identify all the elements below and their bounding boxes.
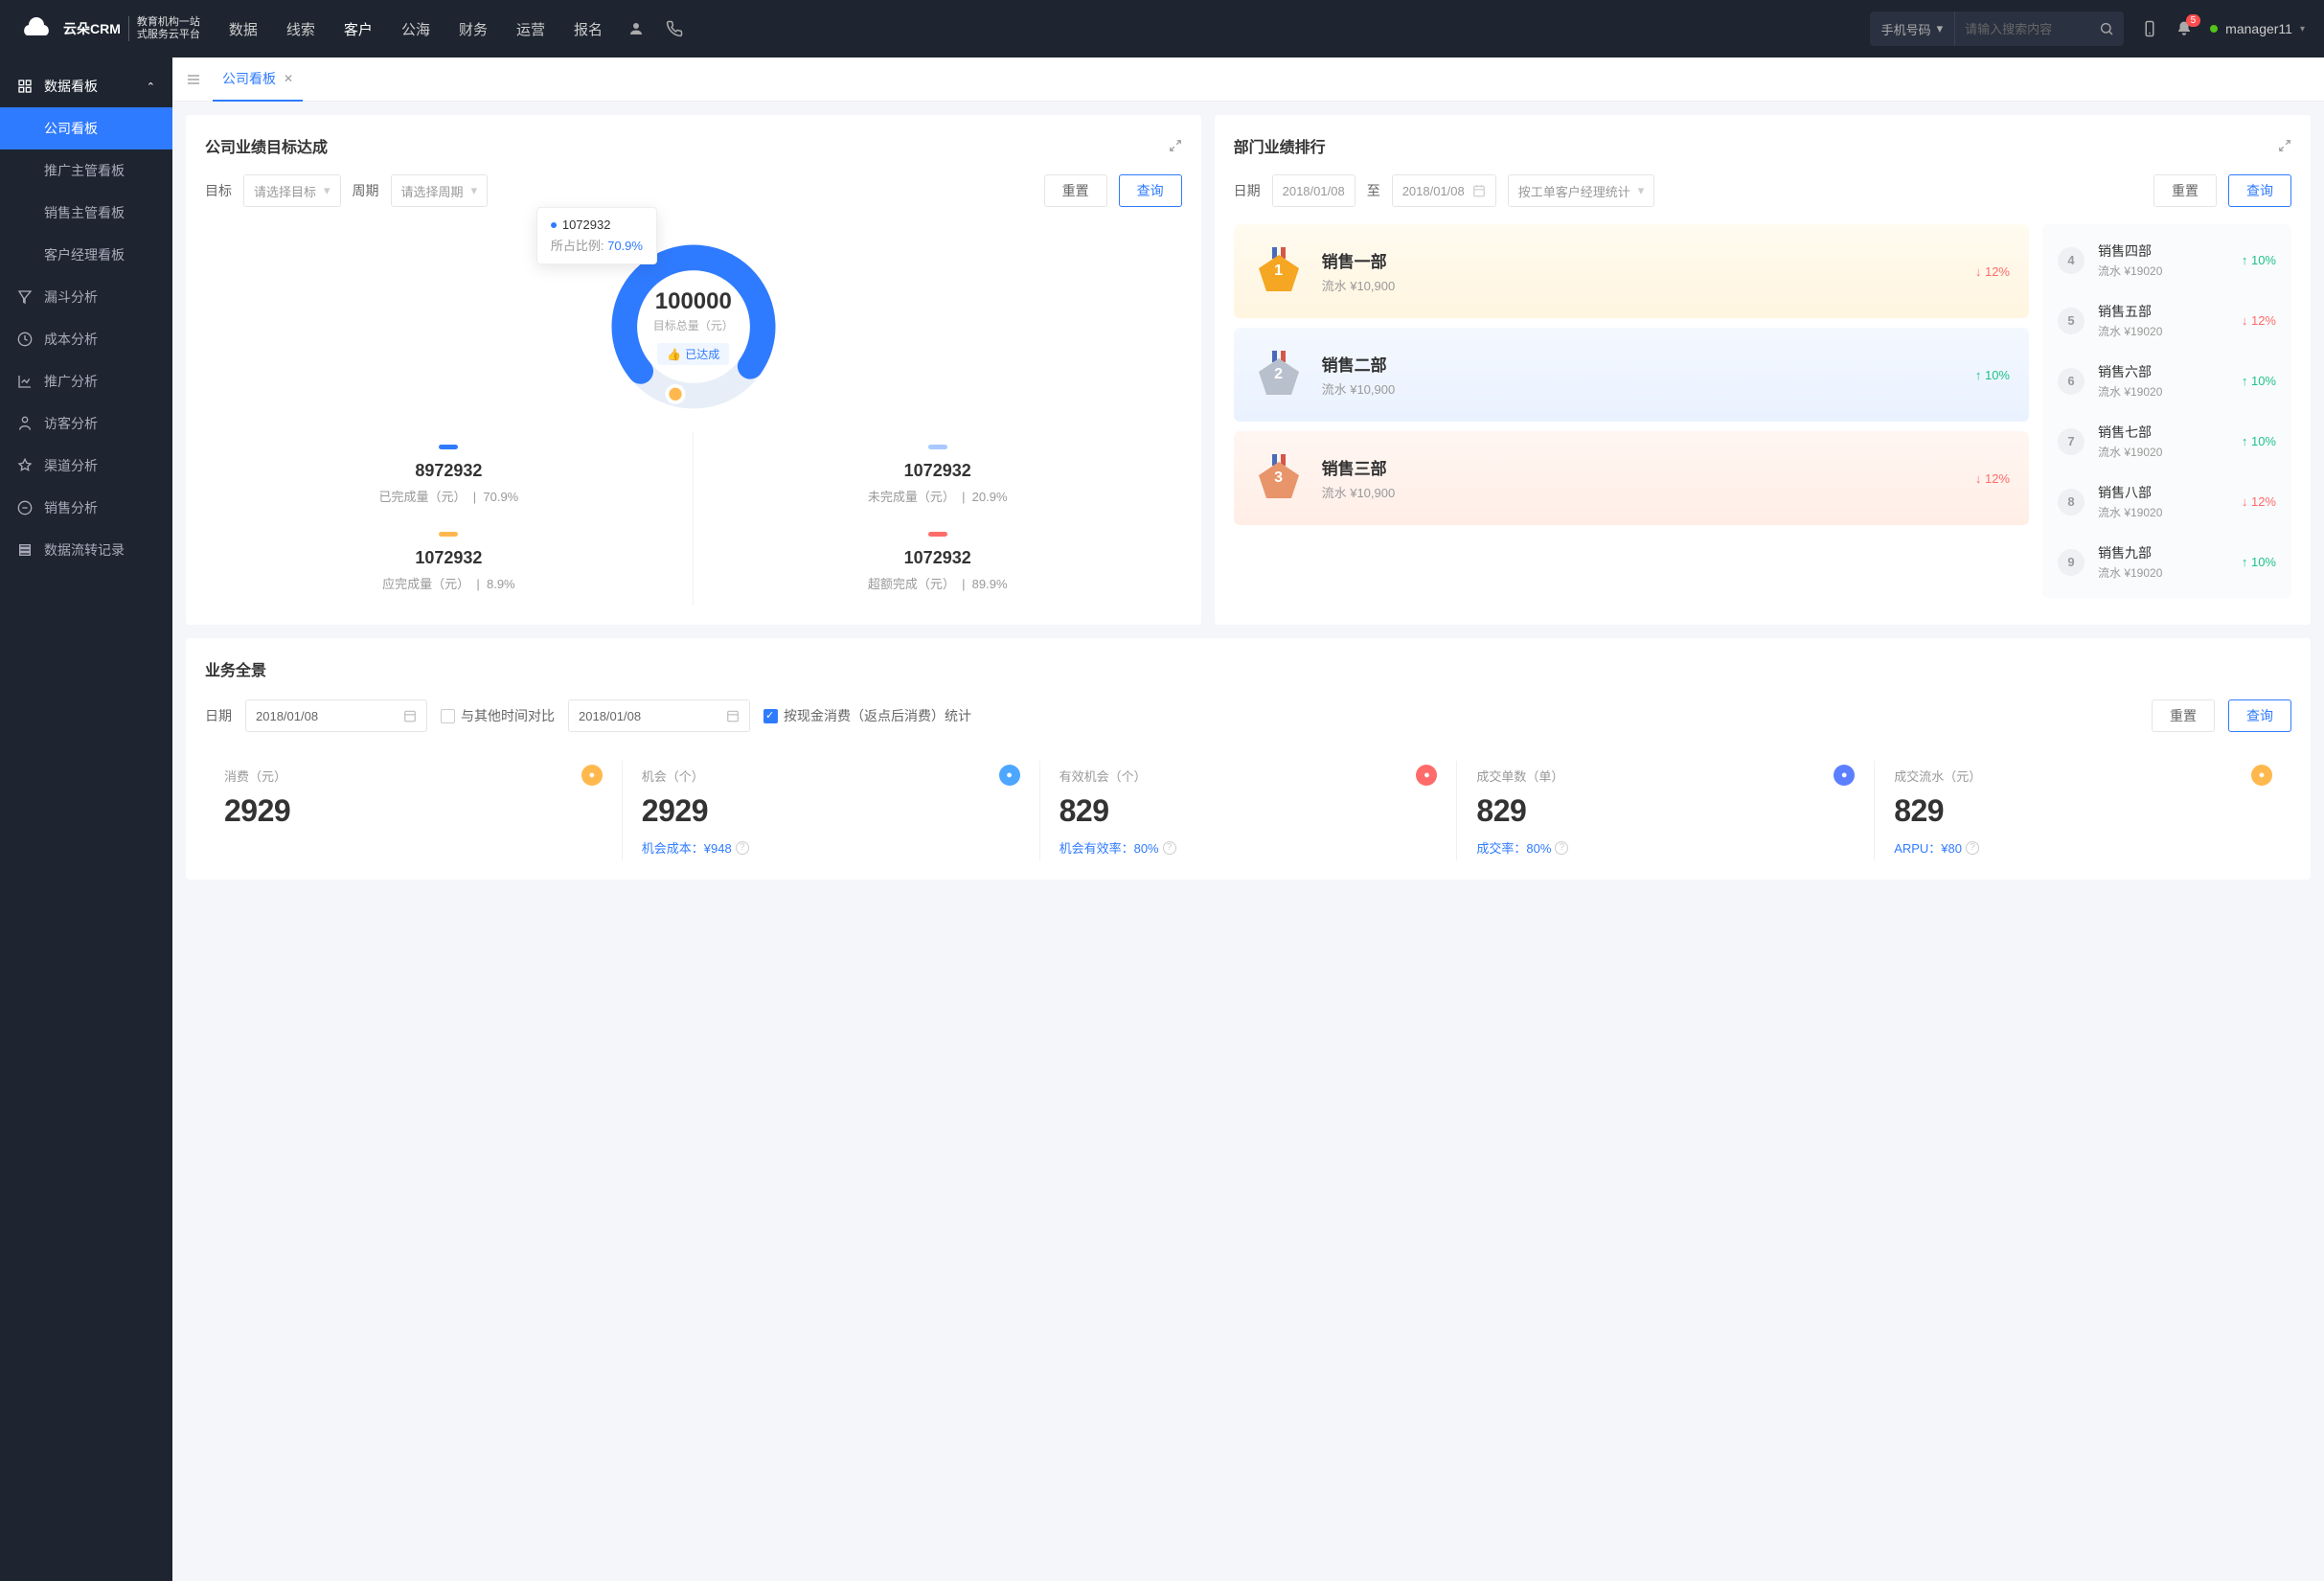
chart-tooltip: 1072932 所占比例: 70.9% xyxy=(536,207,657,264)
search-button[interactable] xyxy=(2089,11,2124,46)
sidebar-sub-item[interactable]: 公司看板 xyxy=(0,107,172,149)
date-label: 日期 xyxy=(205,706,232,725)
metric: 机会（个）●2929机会成本：¥948? xyxy=(623,761,1040,860)
stat-select[interactable]: 按工单客户经理统计▾ xyxy=(1508,174,1655,207)
nav-item[interactable]: 数据 xyxy=(229,19,258,39)
rank-row: 7销售七部流水 ¥19020↑ 10% xyxy=(2042,411,2291,471)
logo-mark xyxy=(19,15,56,42)
metric: 成交流水（元）●829ARPU：¥80? xyxy=(1875,761,2291,860)
bell-icon[interactable]: 5 xyxy=(2176,20,2193,37)
nav-item[interactable]: 报名 xyxy=(574,19,603,39)
device-icon[interactable] xyxy=(2141,20,2158,37)
sidebar-item[interactable]: 漏斗分析 xyxy=(0,276,172,318)
expand-icon[interactable] xyxy=(1169,139,1182,152)
donut-chart: 1072932 所占比例: 70.9% 100000 目标总量（元） 👍已达成 xyxy=(205,236,1182,418)
search-type-select[interactable]: 手机号码▾ xyxy=(1870,11,1956,46)
calendar-icon xyxy=(1472,184,1486,197)
sidebar-item[interactable]: 数据流转记录 xyxy=(0,529,172,571)
goal-stat: 8972932已完成量（元） | 70.9% xyxy=(205,431,694,518)
period-label: 周期 xyxy=(353,181,379,200)
nav-item[interactable]: 财务 xyxy=(459,19,488,39)
podium-item: 3销售三部流水 ¥10,900↓ 12% xyxy=(1234,431,2029,525)
query-button[interactable]: 查询 xyxy=(1119,174,1182,207)
metric: 成交单数（单）●829成交率：80%? xyxy=(1457,761,1875,860)
date-input-1[interactable]: 2018/01/08 xyxy=(245,699,427,732)
goal-stat: 1072932超额完成（元） | 89.9% xyxy=(694,518,1182,606)
goal-title: 公司业绩目标达成 xyxy=(205,134,328,157)
rank-row: 8销售八部流水 ¥19020↓ 12% xyxy=(2042,471,2291,532)
compare-checkbox[interactable]: 与其他时间对比 xyxy=(441,706,555,725)
search-group: 手机号码▾ xyxy=(1870,11,2125,46)
user-menu[interactable]: manager11▾ xyxy=(2210,21,2305,36)
podium-item: 1销售一部流水 ¥10,900↓ 12% xyxy=(1234,224,2029,318)
date-to[interactable]: 2018/01/08 xyxy=(1392,174,1496,207)
close-tab-icon[interactable]: ✕ xyxy=(284,72,293,85)
rank-row: 4销售四部流水 ¥19020↑ 10% xyxy=(2042,230,2291,290)
period-select[interactable]: 请选择周期▾ xyxy=(391,174,489,207)
overview-title: 业务全景 xyxy=(205,657,2291,680)
query-button[interactable]: 查询 xyxy=(2228,699,2291,732)
sidebar: 数据看板 ⌃ 公司看板推广主管看板销售主管看板客户经理看板 漏斗分析成本分析推广… xyxy=(0,57,172,1581)
user-icon[interactable] xyxy=(627,20,645,37)
sidebar-item[interactable]: 成本分析 xyxy=(0,318,172,360)
expand-icon[interactable] xyxy=(2278,139,2291,152)
tabbar: 公司看板✕ xyxy=(172,57,2324,102)
query-button[interactable]: 查询 xyxy=(2228,174,2291,207)
sidebar-item[interactable]: 访客分析 xyxy=(0,402,172,445)
main-nav: 数据 线索 客户 公海 财务 运营 报名 xyxy=(229,19,603,39)
goal-total-label: 目标总量（元） xyxy=(653,317,734,333)
podium-item: 2销售二部流水 ¥10,900↑ 10% xyxy=(1234,328,2029,422)
metric: 有效机会（个）●829机会有效率：80%? xyxy=(1040,761,1458,860)
nav-item[interactable]: 线索 xyxy=(286,19,315,39)
brand-name: 云朵CRM xyxy=(63,19,121,38)
sidebar-item[interactable]: 渠道分析 xyxy=(0,445,172,487)
metric: 消费（元）●2929 xyxy=(205,761,623,860)
cash-checkbox[interactable]: 按现金消费（返点后消费）统计 xyxy=(763,706,971,725)
collapse-icon[interactable] xyxy=(186,72,201,87)
nav-item[interactable]: 运营 xyxy=(516,19,545,39)
date-from[interactable]: 2018/01/08 xyxy=(1272,174,1356,207)
notif-badge: 5 xyxy=(2186,14,2201,27)
rank-title: 部门业绩排行 xyxy=(1234,134,1326,157)
tab-company-board[interactable]: 公司看板✕ xyxy=(213,57,303,102)
goal-stat: 1072932应完成量（元） | 8.9% xyxy=(205,518,694,606)
rank-row: 9销售九部流水 ¥19020↑ 10% xyxy=(2042,532,2291,592)
search-input[interactable] xyxy=(1955,22,2089,36)
reset-button[interactable]: 重置 xyxy=(1044,174,1107,207)
calendar-icon xyxy=(403,709,417,722)
rank-card: 部门业绩排行 日期 2018/01/08 至 2018/01/08 按工单客户经… xyxy=(1215,115,2311,625)
rank-row: 5销售五部流水 ¥19020↓ 12% xyxy=(2042,290,2291,351)
phone-icon[interactable] xyxy=(666,20,683,37)
reset-button[interactable]: 重置 xyxy=(2152,699,2215,732)
reset-button[interactable]: 重置 xyxy=(2153,174,2217,207)
target-label: 目标 xyxy=(205,181,232,200)
goal-card: 公司业绩目标达成 目标 请选择目标▾ 周期 请选择周期▾ 重置 查询 10729… xyxy=(186,115,1201,625)
sidebar-item[interactable]: 推广分析 xyxy=(0,360,172,402)
sidebar-sub-item[interactable]: 客户经理看板 xyxy=(0,234,172,276)
brand-tagline: 教育机构一站式服务云平台 xyxy=(128,16,200,41)
target-select[interactable]: 请选择目标▾ xyxy=(243,174,341,207)
goal-total: 100000 xyxy=(653,288,734,315)
nav-item[interactable]: 公海 xyxy=(401,19,430,39)
sidebar-item[interactable]: 销售分析 xyxy=(0,487,172,529)
sidebar-group-head[interactable]: 数据看板 ⌃ xyxy=(0,65,172,107)
rank-row: 6销售六部流水 ¥19020↑ 10% xyxy=(2042,351,2291,411)
sidebar-sub-item[interactable]: 销售主管看板 xyxy=(0,192,172,234)
logo: 云朵CRM 教育机构一站式服务云平台 xyxy=(19,15,200,42)
calendar-icon xyxy=(726,709,740,722)
achieved-badge: 👍已达成 xyxy=(657,343,729,365)
topbar: 云朵CRM 教育机构一站式服务云平台 数据线索客户公海财务运营报名 手机号码▾ … xyxy=(0,0,2324,57)
goal-stat: 1072932未完成量（元） | 20.9% xyxy=(694,431,1182,518)
sidebar-sub-item[interactable]: 推广主管看板 xyxy=(0,149,172,192)
nav-item[interactable]: 客户 xyxy=(344,19,373,39)
date-input-2[interactable]: 2018/01/08 xyxy=(568,699,750,732)
date-label: 日期 xyxy=(1234,181,1261,200)
overview-card: 业务全景 日期 2018/01/08 与其他时间对比 2018/01/08 按现… xyxy=(186,638,2311,880)
